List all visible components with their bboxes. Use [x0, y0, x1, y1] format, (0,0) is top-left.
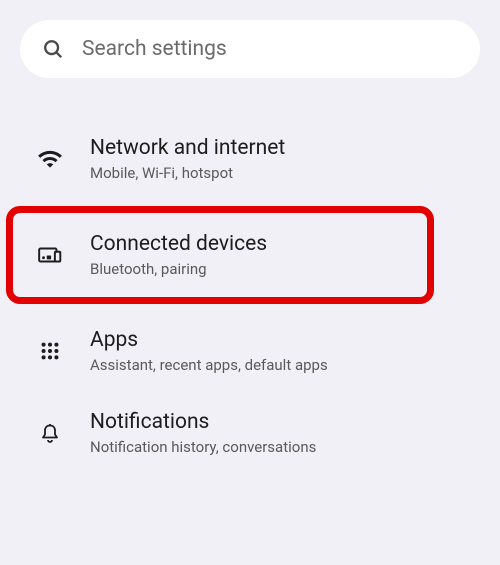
- search-placeholder: Search settings: [82, 37, 227, 61]
- apps-icon: [36, 337, 64, 365]
- devices-icon: [36, 241, 64, 269]
- item-text: Notifications Notification history, conv…: [90, 410, 316, 456]
- settings-item-connected-devices[interactable]: Connected devices Bluetooth, pairing: [0, 214, 500, 296]
- settings-list: Network and internet Mobile, Wi-Fi, hots…: [0, 88, 500, 474]
- bell-icon: [36, 419, 64, 447]
- search-icon: [42, 38, 64, 60]
- search-bar[interactable]: Search settings: [20, 20, 480, 78]
- item-title: Connected devices: [90, 232, 267, 256]
- item-subtitle: Assistant, recent apps, default apps: [90, 356, 328, 374]
- wifi-icon: [36, 145, 64, 173]
- settings-item-apps[interactable]: Apps Assistant, recent apps, default app…: [0, 310, 500, 392]
- item-subtitle: Bluetooth, pairing: [90, 260, 267, 278]
- item-text: Connected devices Bluetooth, pairing: [90, 232, 267, 278]
- item-subtitle: Mobile, Wi-Fi, hotspot: [90, 164, 285, 182]
- item-text: Apps Assistant, recent apps, default app…: [90, 328, 328, 374]
- settings-item-notifications[interactable]: Notifications Notification history, conv…: [0, 392, 500, 474]
- settings-item-network[interactable]: Network and internet Mobile, Wi-Fi, hots…: [0, 118, 500, 200]
- item-text: Network and internet Mobile, Wi-Fi, hots…: [90, 136, 285, 182]
- item-title: Network and internet: [90, 136, 285, 160]
- item-title: Notifications: [90, 410, 316, 434]
- item-title: Apps: [90, 328, 328, 352]
- item-subtitle: Notification history, conversations: [90, 438, 316, 456]
